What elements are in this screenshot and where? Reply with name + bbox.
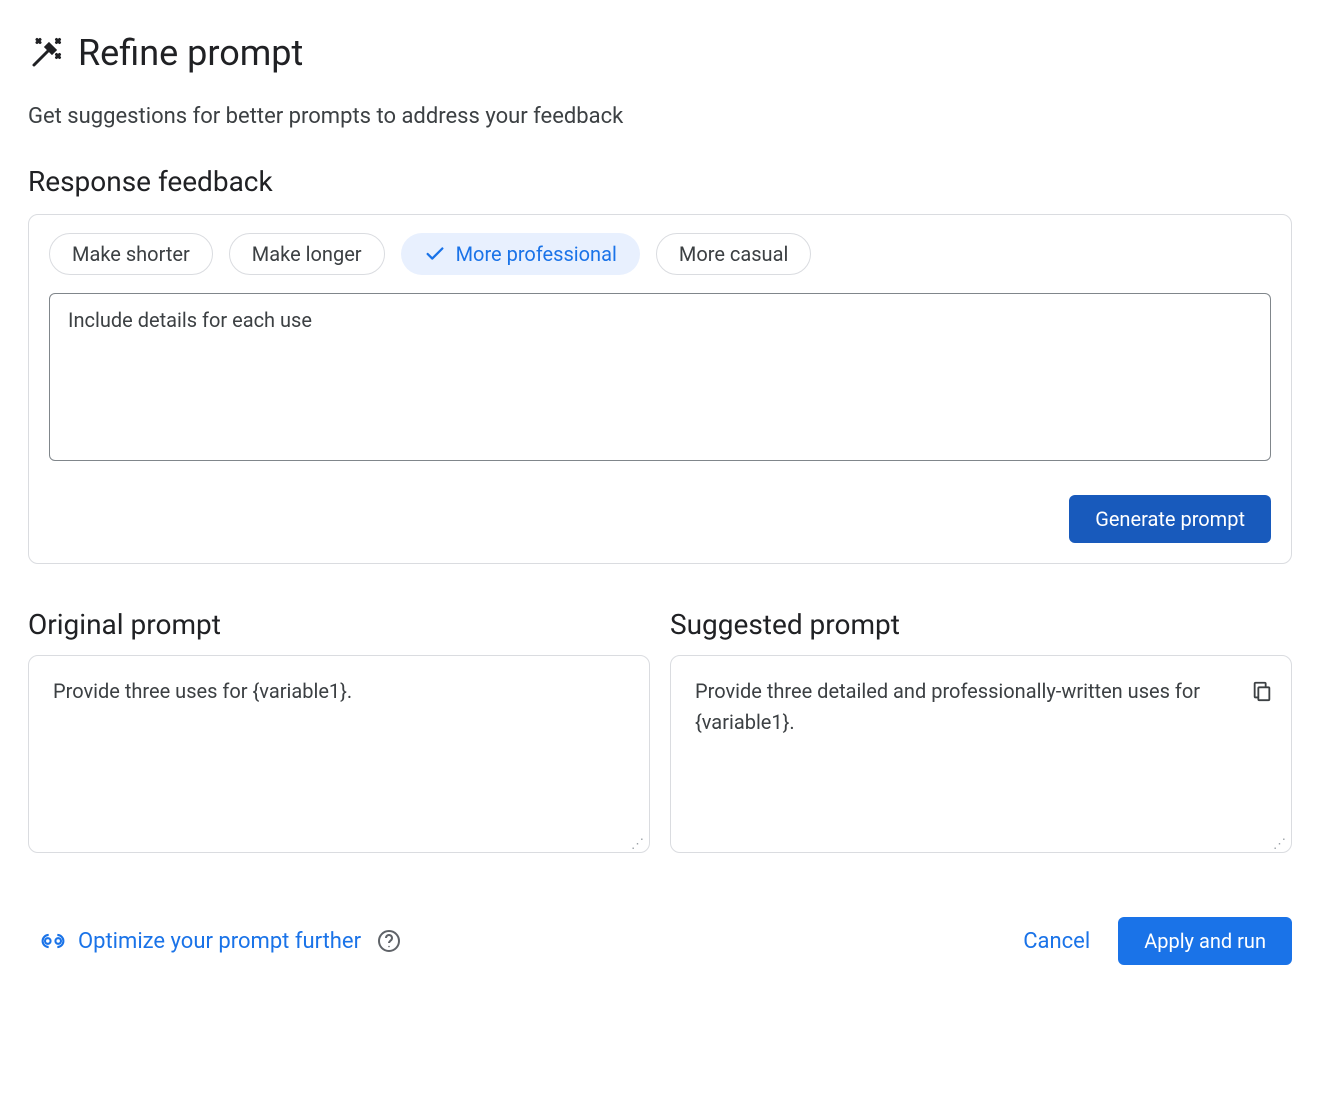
copy-icon[interactable] bbox=[1251, 680, 1273, 702]
footer-actions: Cancel Apply and run bbox=[1023, 917, 1292, 965]
apply-and-run-button[interactable]: Apply and run bbox=[1118, 917, 1292, 965]
chip-label: Make shorter bbox=[72, 242, 190, 266]
feedback-card: Make shorter Make longer More profession… bbox=[28, 214, 1292, 564]
generate-row: Generate prompt bbox=[49, 495, 1271, 543]
original-prompt-text: Provide three uses for {variable1}. bbox=[53, 676, 625, 707]
suggested-prompt-text: Provide three detailed and professionall… bbox=[695, 676, 1267, 738]
feedback-heading: Response feedback bbox=[28, 165, 1292, 198]
original-heading: Original prompt bbox=[28, 608, 650, 641]
colab-icon bbox=[40, 931, 66, 951]
footer-row: Optimize your prompt further Cancel Appl… bbox=[28, 917, 1292, 965]
cancel-button[interactable]: Cancel bbox=[1023, 929, 1090, 954]
optimize-link-group: Optimize your prompt further bbox=[40, 929, 401, 954]
chip-make-longer[interactable]: Make longer bbox=[229, 233, 385, 275]
magic-wand-icon bbox=[28, 35, 64, 71]
chip-make-shorter[interactable]: Make shorter bbox=[49, 233, 213, 275]
generate-prompt-button[interactable]: Generate prompt bbox=[1069, 495, 1271, 543]
chip-label: Make longer bbox=[252, 242, 362, 266]
chip-more-casual[interactable]: More casual bbox=[656, 233, 811, 275]
prompt-comparison: Original prompt Provide three uses for {… bbox=[28, 608, 1292, 853]
original-prompt-box[interactable]: Provide three uses for {variable1}. ⋰ bbox=[28, 655, 650, 853]
page-header: Refine prompt bbox=[28, 32, 1292, 74]
chip-more-professional[interactable]: More professional bbox=[401, 233, 640, 275]
page-title: Refine prompt bbox=[78, 32, 303, 74]
feedback-chip-row: Make shorter Make longer More profession… bbox=[49, 233, 1271, 275]
optimize-link[interactable]: Optimize your prompt further bbox=[78, 929, 361, 954]
suggested-prompt-box[interactable]: Provide three detailed and professionall… bbox=[670, 655, 1292, 853]
suggested-prompt-column: Suggested prompt Provide three detailed … bbox=[670, 608, 1292, 853]
suggested-heading: Suggested prompt bbox=[670, 608, 1292, 641]
chip-label: More casual bbox=[679, 242, 788, 266]
original-prompt-column: Original prompt Provide three uses for {… bbox=[28, 608, 650, 853]
page-subtitle: Get suggestions for better prompts to ad… bbox=[28, 104, 1292, 129]
resize-handle-icon[interactable]: ⋰ bbox=[1273, 842, 1285, 848]
feedback-textarea[interactable] bbox=[49, 293, 1271, 461]
resize-handle-icon[interactable]: ⋰ bbox=[631, 842, 643, 848]
chip-label: More professional bbox=[456, 242, 617, 266]
check-icon bbox=[424, 243, 446, 265]
help-icon[interactable] bbox=[377, 929, 401, 953]
